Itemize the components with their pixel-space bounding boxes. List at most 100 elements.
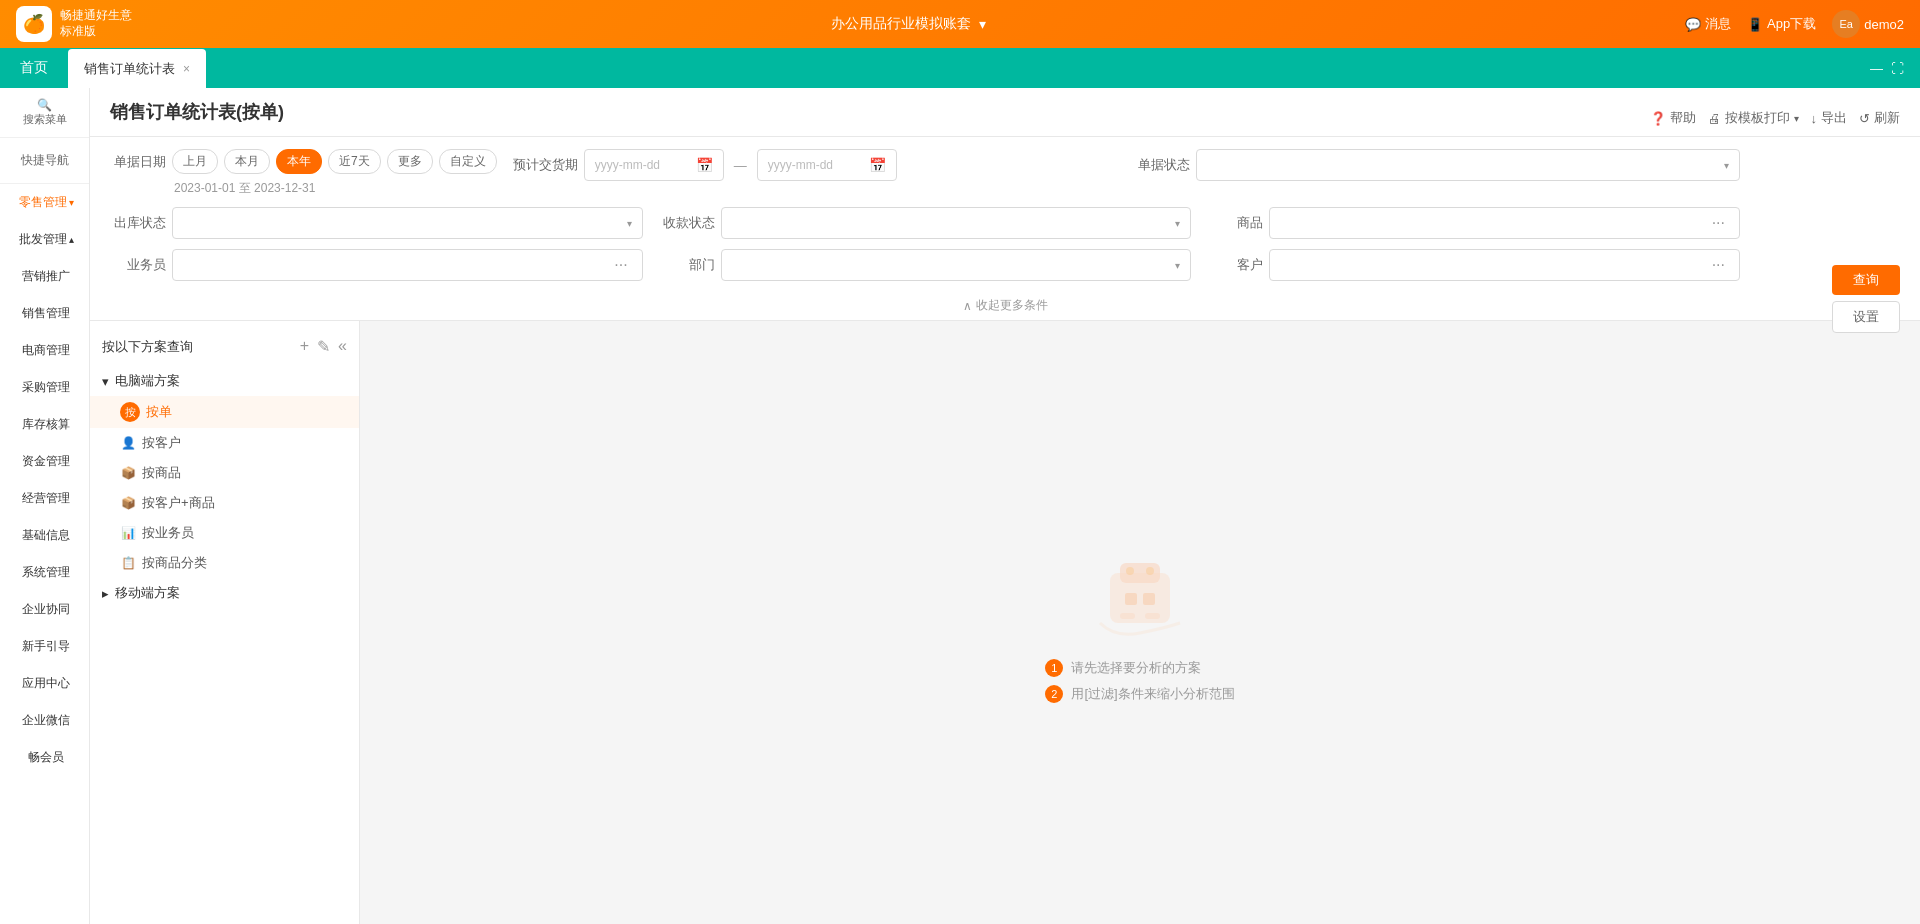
scheme-item-by-goods[interactable]: 📦 按商品 (90, 458, 359, 488)
svg-point-3 (1146, 567, 1154, 575)
status-dropdown[interactable]: ▾ (1196, 149, 1740, 181)
payment-status-dropdown[interactable]: ▾ (721, 207, 1192, 239)
customer-block: 客户 ··· (1207, 249, 1900, 281)
scheme-item-by-customer-goods[interactable]: 📦 按客户+商品 (90, 488, 359, 518)
add-scheme-icon[interactable]: + (300, 337, 309, 356)
mobile-section-label: 移动端方案 (115, 584, 180, 602)
sidebar-item-finance[interactable]: 资金管理 (0, 443, 89, 480)
sidebar-item-sales[interactable]: 销售管理 (0, 295, 89, 332)
page-header-actions: ❓ 帮助 🖨 按模板打印 ▾ ↓ 导出 ↺ 刷新 (1650, 109, 1901, 127)
edit-scheme-icon[interactable]: ✎ (317, 337, 330, 356)
maximize-button[interactable]: ⛶ (1891, 61, 1904, 76)
sidebar-item-enterprise[interactable]: 企业协同 (0, 591, 89, 628)
help-button[interactable]: ❓ 帮助 (1650, 109, 1696, 127)
print-dropdown-arrow[interactable]: ▾ (1794, 113, 1799, 124)
prev-month-btn[interactable]: 上月 (172, 149, 218, 174)
empty-tip-2: 2 用[过滤]条件来缩小分析范围 (1045, 685, 1234, 703)
sidebar-search-button[interactable]: 🔍 搜索菜单 (0, 88, 89, 138)
dropdown-arrow-icon[interactable]: ▾ (979, 16, 986, 32)
search-icon: 🔍 (37, 98, 52, 112)
department-dropdown[interactable]: ▾ (721, 249, 1192, 281)
export-icon: ↓ (1811, 111, 1818, 126)
content-wrapper: 按以下方案查询 + ✎ « ▾ 电脑端方案 按 (90, 321, 1920, 924)
expected-date-start[interactable]: yyyy-mm-dd 📅 (584, 149, 724, 181)
calendar-start-icon[interactable]: 📅 (696, 157, 713, 173)
collapse-icon: ∧ (963, 299, 972, 313)
recent7-btn[interactable]: 近7天 (328, 149, 381, 174)
user-menu-button[interactable]: Ea demo2 (1832, 10, 1904, 38)
scheme-item-by-category[interactable]: 📋 按商品分类 (90, 548, 359, 578)
salesperson-dropdown[interactable]: ··· (172, 249, 643, 281)
topbar: 🍊 畅捷通好生意 标准版 办公用品行业模拟账套 ▾ 💬 消息 📱 App下载 E… (0, 0, 1920, 48)
scheme-item-by-customer[interactable]: 👤 按客户 (90, 428, 359, 458)
goods-dots-icon[interactable]: ··· (1708, 214, 1729, 232)
more-btn[interactable]: 更多 (387, 149, 433, 174)
message-icon: 💬 (1685, 17, 1701, 32)
this-year-btn[interactable]: 本年 (276, 149, 322, 174)
content-area: 销售订单统计表(按单) ❓ 帮助 🖨 按模板打印 ▾ ↓ 导出 ↺ 刷新 (90, 88, 1920, 924)
active-scheme-badge: 按 (120, 402, 140, 422)
pc-section-parent[interactable]: ▾ 电脑端方案 (90, 366, 359, 396)
sidebar-item-system[interactable]: 系统管理 (0, 554, 89, 591)
sidebar-item-wechat[interactable]: 企业微信 (0, 702, 89, 739)
calendar-end-icon[interactable]: 📅 (869, 157, 886, 173)
export-button[interactable]: ↓ 导出 (1811, 109, 1848, 127)
empty-tip-1: 1 请先选择要分析的方案 (1045, 659, 1234, 677)
expected-date-label: 预计交货期 (513, 156, 578, 174)
sidebar-item-marketing[interactable]: 营销推广 (0, 258, 89, 295)
scheme-item-by-order[interactable]: 按 按单 (90, 396, 359, 428)
sidebar-item-quick-nav[interactable]: 快捷导航 (0, 146, 89, 175)
sidebar-item-apps[interactable]: 应用中心 (0, 665, 89, 702)
ship-status-dropdown[interactable]: ▾ (172, 207, 643, 239)
empty-state: 1 请先选择要分析的方案 2 用[过滤]条件来缩小分析范围 (360, 321, 1920, 924)
refresh-button[interactable]: ↺ 刷新 (1859, 109, 1900, 127)
avatar: Ea (1832, 10, 1860, 38)
salesperson-block: 业务员 ··· (110, 249, 643, 281)
mobile-section-parent[interactable]: ▸ 移动端方案 (90, 578, 359, 608)
sidebar-item-guide[interactable]: 新手引导 (0, 628, 89, 665)
logo-icon: 🍊 (23, 13, 45, 35)
app-name-section[interactable]: 办公用品行业模拟账套 ▾ (831, 15, 986, 33)
sidebar-item-retail[interactable]: 零售管理 ▾ (0, 184, 89, 221)
collapse-button[interactable]: ∧ 收起更多条件 (963, 297, 1048, 314)
print-button[interactable]: 🖨 按模板打印 ▾ (1708, 109, 1799, 127)
scheme-icon-customer: 👤 (120, 435, 136, 451)
tab-home[interactable]: 首页 (0, 48, 68, 88)
date-filter-row: 单据日期 上月 本月 本年 近7天 更多 自定义 (110, 149, 497, 174)
this-month-btn[interactable]: 本月 (224, 149, 270, 174)
message-button[interactable]: 💬 消息 (1685, 15, 1731, 33)
help-icon: ❓ (1650, 111, 1666, 126)
query-button[interactable]: 查询 (1832, 265, 1900, 295)
sidebar: 🔍 搜索菜单 快捷导航 零售管理 ▾ 批发管理 ▴ 营销推广 销售管理 电商管理… (0, 88, 90, 924)
department-block: 部门 ▾ (659, 249, 1192, 281)
print-icon: 🖨 (1708, 111, 1721, 126)
sidebar-item-ecommerce[interactable]: 电商管理 (0, 332, 89, 369)
sidebar-item-wholesale[interactable]: 批发管理 ▴ (0, 221, 89, 258)
app-download-button[interactable]: 📱 App下载 (1747, 15, 1816, 33)
sidebar-item-operations[interactable]: 经营管理 (0, 480, 89, 517)
sidebar-item-inventory[interactable]: 库存核算 (0, 406, 89, 443)
date-range-display: 2023-01-01 至 2023-12-31 (110, 180, 497, 197)
date-placeholder-end: yyyy-mm-dd (768, 158, 833, 172)
customer-dots-icon[interactable]: ··· (1708, 256, 1729, 274)
minimize-button[interactable]: — (1870, 61, 1883, 76)
customer-dropdown[interactable]: ··· (1269, 249, 1740, 281)
chevron-down-icon: ▾ (102, 374, 109, 389)
scheme-icon-salesperson: 📊 (120, 525, 136, 541)
collapse-row: ∧ 收起更多条件 (90, 291, 1920, 321)
goods-dropdown[interactable]: ··· (1269, 207, 1740, 239)
sidebar-item-purchase[interactable]: 采购管理 (0, 369, 89, 406)
sidebar-quick-nav: 快捷导航 (0, 138, 89, 184)
tab-close-icon[interactable]: × (183, 62, 190, 76)
tab-sales-order[interactable]: 销售订单统计表 × (68, 49, 206, 89)
salesperson-dots-icon[interactable]: ··· (610, 256, 631, 274)
left-panel-header: 按以下方案查询 + ✎ « (90, 331, 359, 366)
sidebar-item-member[interactable]: 畅会员 (0, 739, 89, 776)
custom-btn[interactable]: 自定义 (439, 149, 497, 174)
sidebar-item-basic-info[interactable]: 基础信息 (0, 517, 89, 554)
expected-date-block: 预计交货期 yyyy-mm-dd 📅 — yyyy-mm-dd 📅 (513, 149, 1119, 181)
topbar-left: 🍊 畅捷通好生意 标准版 (16, 6, 132, 42)
collapse-panel-icon[interactable]: « (338, 337, 347, 356)
scheme-item-by-salesperson[interactable]: 📊 按业务员 (90, 518, 359, 548)
expected-date-end[interactable]: yyyy-mm-dd 📅 (757, 149, 897, 181)
